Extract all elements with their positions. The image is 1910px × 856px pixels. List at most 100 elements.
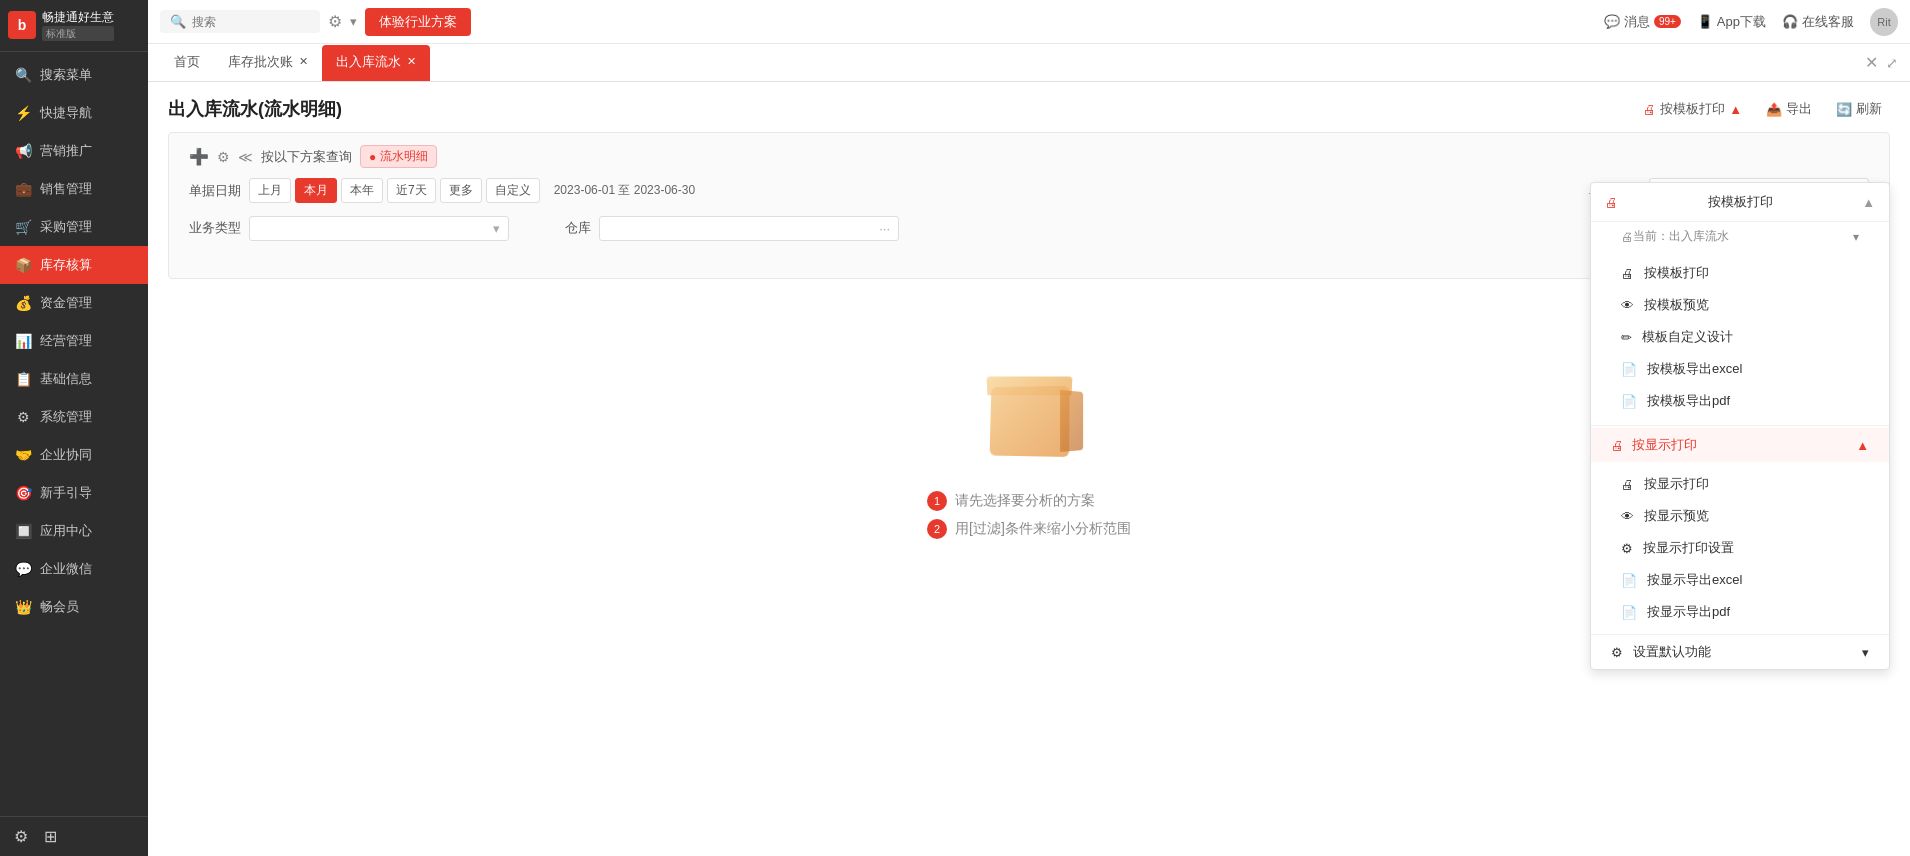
- sidebar-menu: 🔍搜索菜单⚡快捷导航 📢 营销推广 💼销售管理🛒采购管理📦库存核算💰资金管理📊经营管理…: [0, 52, 148, 816]
- tab-close-batch[interactable]: ✕: [299, 55, 308, 68]
- sidebar-label-marketing: 营销推广: [40, 142, 92, 160]
- dropdown-item-template-print[interactable]: 🖨按模板打印: [1591, 257, 1889, 289]
- user-avatar[interactable]: Rit: [1870, 8, 1898, 36]
- sidebar-icon-appcenter: 🔲: [14, 523, 32, 539]
- tab-close-flow[interactable]: ✕: [407, 55, 416, 68]
- sidebar-item-finance[interactable]: 💰资金管理: [0, 284, 148, 322]
- tab-batch[interactable]: 库存批次账✕: [214, 45, 322, 81]
- dropdown-item-template-preview[interactable]: 👁按模板预览: [1591, 289, 1889, 321]
- step-num-1: 1: [927, 491, 947, 511]
- dropdown-item-display-pdf[interactable]: 📄按显示导出pdf: [1591, 596, 1889, 628]
- empty-steps: 1 请先选择要分析的方案 2 用[过滤]条件来缩小分析范围: [927, 491, 1131, 547]
- sidebar-item-system[interactable]: ⚙系统管理: [0, 398, 148, 436]
- business-select[interactable]: ▾: [249, 216, 509, 241]
- dropdown-item-template-customize[interactable]: ✏ 模板自定义设计: [1591, 321, 1889, 353]
- business-field: 业务类型 ▾: [189, 216, 509, 241]
- settings-icon[interactable]: ⚙: [14, 827, 28, 846]
- sidebar-icon-wechat: 💬: [14, 561, 32, 577]
- dropdown-item-display-excel[interactable]: 📄按显示导出excel: [1591, 564, 1889, 596]
- sidebar-label-guide: 新手引导: [40, 484, 92, 502]
- sidebar-item-basic[interactable]: 📋基础信息: [0, 360, 148, 398]
- tab-flow[interactable]: 出入库流水✕: [322, 45, 430, 81]
- default-settings-btn[interactable]: ⚙ 设置默认功能 ▾: [1591, 634, 1889, 669]
- warehouse-field: 仓库 ···: [565, 216, 899, 241]
- display-section: 🖨按显示打印👁按显示预览⚙按显示打印设置📄按显示导出excel📄按显示导出pdf: [1591, 462, 1889, 634]
- sidebar-item-appcenter[interactable]: 🔲应用中心: [0, 512, 148, 550]
- dropdown-label-display-preview: 按显示预览: [1644, 507, 1709, 525]
- tabs-bar: 首页库存批次账✕出入库流水✕✕⤢: [148, 44, 1910, 82]
- sidebar-header: b 畅捷通好生意 标准版: [0, 0, 148, 52]
- window-expand-btn[interactable]: ⤢: [1886, 55, 1898, 71]
- sidebar-item-inventory[interactable]: 📦库存核算: [0, 246, 148, 284]
- sidebar-item-membership[interactable]: 👑畅会员: [0, 588, 148, 626]
- export-btn[interactable]: 📤 导出: [1758, 96, 1820, 122]
- dropdown-label-display-pdf: 按显示导出pdf: [1647, 603, 1730, 621]
- step-num-2: 2: [927, 519, 947, 539]
- sidebar-item-operations[interactable]: 📊经营管理: [0, 322, 148, 360]
- window-close-btn[interactable]: ✕: [1865, 53, 1878, 72]
- print-btn[interactable]: 🖨 按模板打印 ▲: [1635, 96, 1750, 122]
- chevron-down-icon[interactable]: ▾: [350, 14, 357, 29]
- dropdown-label-template-preview: 按模板预览: [1644, 296, 1709, 314]
- business-label: 业务类型: [189, 219, 241, 237]
- dropdown-title: 按模板打印: [1708, 193, 1773, 211]
- sidebar-item-sales[interactable]: 💼销售管理: [0, 170, 148, 208]
- footer-chevron-icon: ▾: [1862, 645, 1869, 660]
- page-header: 出入库流水(流水明细) 🖨 按模板打印 ▲ 📤 导出 🔄 刷新: [148, 82, 1910, 132]
- sidebar-label-sales: 销售管理: [40, 180, 92, 198]
- settings-icon2[interactable]: ⚙: [217, 149, 230, 165]
- tab-home[interactable]: 首页: [160, 45, 214, 81]
- step-label-2: 用[过滤]条件来缩小分析范围: [955, 520, 1131, 538]
- sidebar-label-finance: 资金管理: [40, 294, 92, 312]
- page-toolbar: 🖨 按模板打印 ▲ 📤 导出 🔄 刷新: [1635, 96, 1890, 122]
- dropdown-label-template-excel: 按模板导出excel: [1647, 360, 1742, 378]
- topbar-search[interactable]: 🔍: [160, 10, 320, 33]
- date-btn-更多[interactable]: 更多: [440, 178, 482, 203]
- sidebar-item-shortcut[interactable]: ⚡快捷导航: [0, 94, 148, 132]
- dropdown-label-template-customize: 模板自定义设计: [1642, 328, 1733, 346]
- dropdown-chevron-up-icon: ▲: [1862, 195, 1875, 210]
- search-input[interactable]: [192, 15, 292, 29]
- sidebar-item-marketing[interactable]: 📢 营销推广: [0, 132, 148, 170]
- display-section-header[interactable]: 🖨 按显示打印 ▲: [1591, 428, 1889, 462]
- sidebar-label-cooperation: 企业协同: [40, 446, 92, 464]
- divider: [1591, 425, 1889, 426]
- dropdown-item-template-pdf[interactable]: 📄按模板导出pdf: [1591, 385, 1889, 417]
- date-btn-本月[interactable]: 本月: [295, 178, 337, 203]
- message-btn[interactable]: 💬 消息 99+: [1604, 13, 1681, 31]
- refresh-btn[interactable]: 🔄 刷新: [1828, 96, 1890, 122]
- export-icon: 📤: [1766, 102, 1782, 117]
- collapse-icon[interactable]: ⊞: [44, 827, 57, 846]
- sidebar-label-inventory: 库存核算: [40, 256, 92, 274]
- date-btn-上月[interactable]: 上月: [249, 178, 291, 203]
- dropdown-item-template-excel[interactable]: 📄 按模板导出excel: [1591, 353, 1889, 385]
- app-download-btn[interactable]: 📱 App下载: [1697, 13, 1766, 31]
- industry-btn[interactable]: 体验行业方案: [365, 8, 471, 36]
- date-btn-自定义[interactable]: 自定义: [486, 178, 540, 203]
- brand-info: 畅捷通好生意 标准版: [42, 10, 114, 41]
- collapse-search-icon[interactable]: ≪: [238, 149, 253, 165]
- gear-icon[interactable]: ⚙: [328, 12, 342, 31]
- user-name: Rit: [1877, 16, 1890, 28]
- sidebar-item-purchase[interactable]: 🛒采购管理: [0, 208, 148, 246]
- dropdown-item-display-settings[interactable]: ⚙按显示打印设置: [1591, 532, 1889, 564]
- dropdown-icon-template-customize: ✏: [1621, 330, 1632, 345]
- dropdown-icon-template-excel: 📄: [1621, 362, 1637, 377]
- dropdown-item-display-print[interactable]: 🖨按显示打印: [1591, 468, 1889, 500]
- dropdown-item-display-preview[interactable]: 👁按显示预览: [1591, 500, 1889, 532]
- sidebar-icon-shortcut: ⚡: [14, 105, 32, 121]
- online-service-btn[interactable]: 🎧 在线客服: [1782, 13, 1854, 31]
- sidebar-item-guide[interactable]: 🎯新手引导: [0, 474, 148, 512]
- sidebar-icon-marketing: 📢: [14, 143, 32, 159]
- add-icon[interactable]: ➕: [189, 147, 209, 166]
- date-btn-近7天[interactable]: 近7天: [387, 178, 436, 203]
- sidebar-item-search[interactable]: 🔍搜索菜单: [0, 56, 148, 94]
- date-btn-本年[interactable]: 本年: [341, 178, 383, 203]
- online-service-label: 在线客服: [1802, 13, 1854, 31]
- sidebar-item-cooperation[interactable]: 🤝企业协同: [0, 436, 148, 474]
- app-download-label: App下载: [1717, 13, 1766, 31]
- chevron-up-icon: ▲: [1729, 102, 1742, 117]
- warehouse-select[interactable]: ···: [599, 216, 899, 241]
- sidebar-item-wechat[interactable]: 💬企业微信: [0, 550, 148, 588]
- sidebar: b 畅捷通好生意 标准版 🔍搜索菜单⚡快捷导航 📢 营销推广 💼销售管理🛒采购管理📦库…: [0, 0, 148, 856]
